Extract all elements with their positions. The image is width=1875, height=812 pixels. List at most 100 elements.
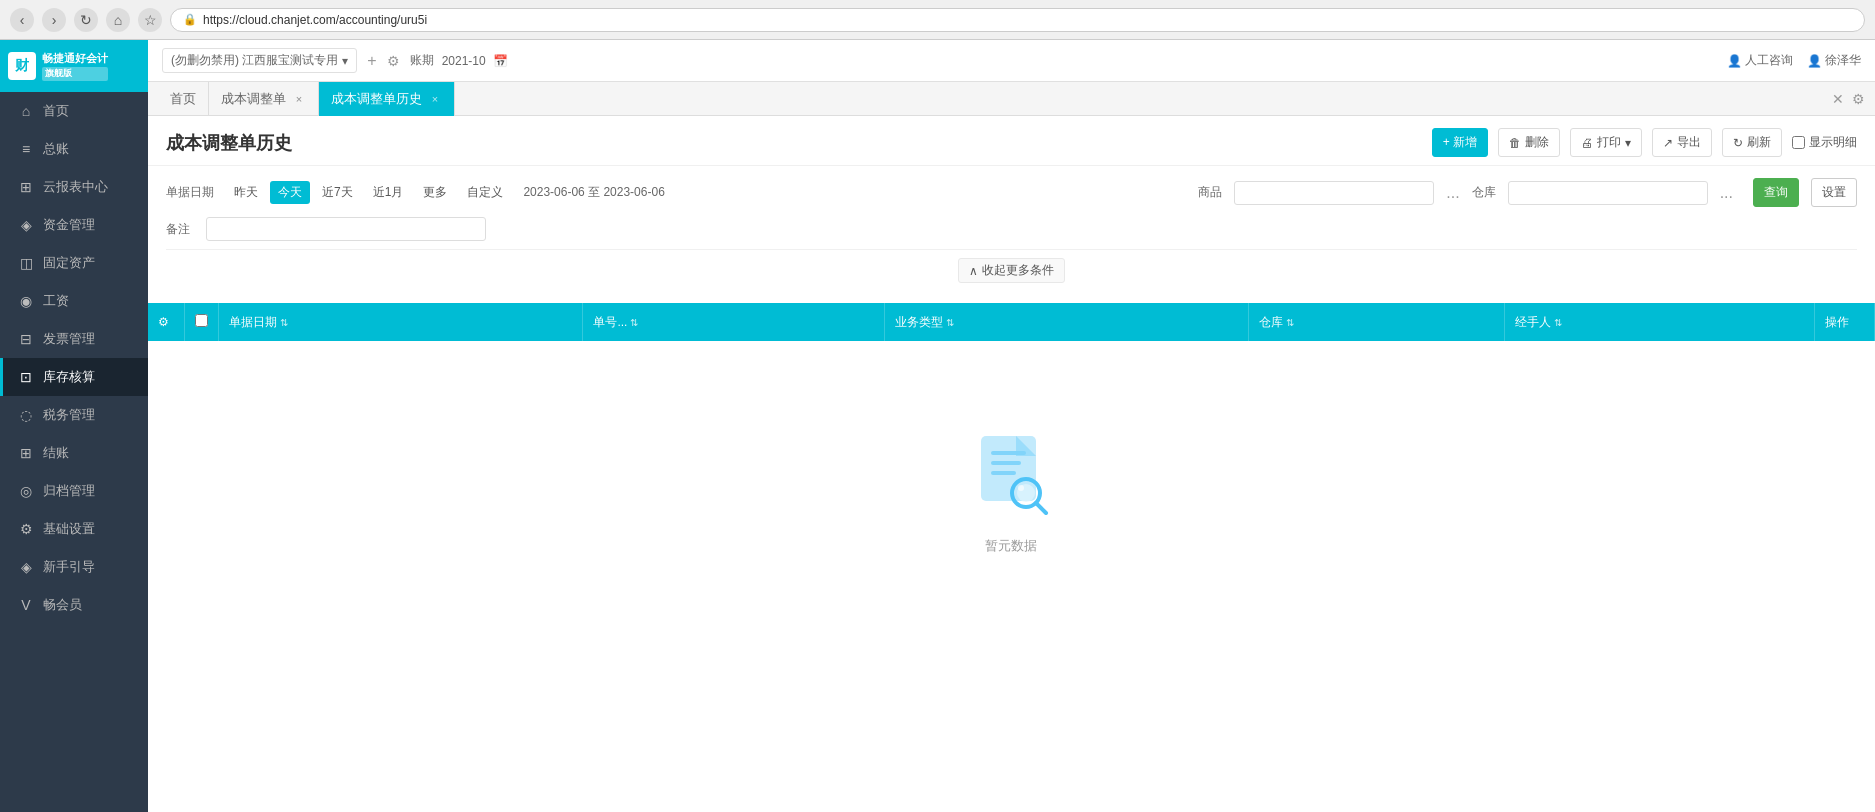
svg-rect-2 [991, 461, 1021, 465]
th-date-label: 单据日期 [229, 314, 277, 331]
th-biz-type[interactable]: 业务类型 ⇅ [884, 303, 1249, 341]
empty-state: 暂元数据 [148, 341, 1875, 635]
sidebar-item-close[interactable]: ⊞ 结账 [0, 434, 148, 472]
sidebar-item-home[interactable]: ⌂ 首页 [0, 92, 148, 130]
biz-type-sort-icon: ⇅ [946, 317, 954, 328]
tab-cost-history-close[interactable]: × [428, 92, 442, 106]
global-close-btn[interactable]: ✕ [1832, 91, 1844, 107]
custom-btn[interactable]: 自定义 [459, 181, 511, 204]
collapse-btn[interactable]: ∧ 收起更多条件 [958, 258, 1065, 283]
sidebar-item-salary[interactable]: ◉ 工资 [0, 282, 148, 320]
period-label: 账期 [410, 52, 434, 69]
sidebar-item-settings[interactable]: ⚙ 基础设置 [0, 510, 148, 548]
sidebar-item-guide[interactable]: ◈ 新手引导 [0, 548, 148, 586]
th-number[interactable]: 单号... ⇅ [583, 303, 884, 341]
period-info: 账期 2021-10 📅 [410, 52, 508, 69]
warehouse-sort-icon: ⇅ [1286, 317, 1294, 328]
sidebar-item-tax[interactable]: ◌ 税务管理 [0, 396, 148, 434]
back-btn[interactable]: ‹ [10, 8, 34, 32]
top-bar-actions: 👤 人工咨询 👤 徐泽华 [1727, 52, 1861, 69]
display-toggle[interactable]: 显示明细 [1792, 134, 1857, 151]
notes-label: 备注 [166, 221, 190, 238]
yesterday-btn[interactable]: 昨天 [226, 181, 266, 204]
sidebar-label-settings: 基础设置 [43, 520, 95, 538]
th-date[interactable]: 单据日期 ⇅ [218, 303, 583, 341]
th-warehouse[interactable]: 仓库 ⇅ [1249, 303, 1504, 341]
calendar-icon[interactable]: 📅 [493, 54, 508, 68]
user-name: 徐泽华 [1825, 52, 1861, 69]
last-month-btn[interactable]: 近1月 [365, 181, 412, 204]
date-range-text: 2023-06-06 至 2023-06-06 [523, 184, 664, 201]
date-sort-icon: ⇅ [280, 317, 288, 328]
sidebar-label-archive: 归档管理 [43, 482, 95, 500]
refresh-btn[interactable]: ↻ [74, 8, 98, 32]
user-menu-btn[interactable]: 👤 徐泽华 [1807, 52, 1861, 69]
ai-consult-btn[interactable]: 👤 人工咨询 [1727, 52, 1793, 69]
new-btn[interactable]: + 新增 [1432, 128, 1488, 157]
export-btn[interactable]: ↗ 导出 [1652, 128, 1712, 157]
sidebar-item-vip[interactable]: V 畅会员 [0, 586, 148, 624]
warehouse-label: 仓库 [1472, 184, 1496, 201]
forward-btn[interactable]: › [42, 8, 66, 32]
tab-home[interactable]: 首页 [158, 82, 209, 116]
funds-icon: ◈ [17, 217, 35, 233]
sidebar-item-fixed-assets[interactable]: ◫ 固定资产 [0, 244, 148, 282]
warehouse-input[interactable] [1508, 181, 1708, 205]
delete-label: 删除 [1525, 134, 1549, 151]
tab-cost-adjustment[interactable]: 成本调整单 × [209, 82, 319, 116]
last7-btn[interactable]: 近7天 [314, 181, 361, 204]
vip-icon: V [17, 597, 35, 613]
table-body: 暂元数据 [148, 341, 1875, 635]
add-company-btn[interactable]: + [367, 52, 376, 70]
svg-rect-3 [991, 471, 1016, 475]
sidebar-label-invoice: 发票管理 [43, 330, 95, 348]
address-bar[interactable]: 🔒 https://cloud.chanjet.com/accounting/u… [170, 8, 1865, 32]
settings-table-btn[interactable]: 设置 [1811, 178, 1857, 207]
th-ops: 操作 [1815, 303, 1875, 341]
notes-input[interactable] [206, 217, 486, 241]
page-content: 成本调整单历史 + 新增 🗑 删除 🖨 打印 ▾ ↗ 导出 [148, 116, 1875, 812]
sidebar-item-archive[interactable]: ◎ 归档管理 [0, 472, 148, 510]
invoice-icon: ⊟ [17, 331, 35, 347]
th-settings[interactable]: ⚙ [148, 303, 184, 341]
warehouse-dots-btn[interactable]: ... [1720, 184, 1733, 202]
query-btn[interactable]: 查询 [1753, 178, 1799, 207]
sidebar-item-ledger[interactable]: ≡ 总账 [0, 130, 148, 168]
th-operator[interactable]: 经手人 ⇅ [1504, 303, 1814, 341]
sidebar-item-funds[interactable]: ◈ 资金管理 [0, 206, 148, 244]
filter-area: 单据日期 昨天 今天 近7天 近1月 更多 自定义 2023-06-06 至 2… [148, 166, 1875, 303]
company-name: (勿删勿禁用) 江西服宝测试专用 [171, 52, 338, 69]
page-header: 成本调整单历史 + 新增 🗑 删除 🖨 打印 ▾ ↗ 导出 [148, 116, 1875, 166]
display-toggle-checkbox[interactable] [1792, 136, 1805, 149]
table-container: ⚙ 单据日期 ⇅ [148, 303, 1875, 635]
goods-dots-btn[interactable]: ... [1446, 184, 1459, 202]
today-btn[interactable]: 今天 [270, 181, 310, 204]
svg-line-7 [1036, 503, 1046, 513]
company-selector[interactable]: (勿删勿禁用) 江西服宝测试专用 ▾ [162, 48, 357, 73]
sidebar-label-inventory: 库存核算 [43, 368, 95, 386]
more-btn[interactable]: 更多 [415, 181, 455, 204]
sidebar-item-inventory[interactable]: ⊡ 库存核算 [0, 358, 148, 396]
period-value: 2021-10 [442, 54, 486, 68]
sidebar-label-home: 首页 [43, 102, 69, 120]
sidebar-label-guide: 新手引导 [43, 558, 95, 576]
home-btn[interactable]: ⌂ [106, 8, 130, 32]
settings-gear-icon[interactable]: ⚙ [387, 53, 400, 69]
tab-cost-history[interactable]: 成本调整单历史 × [319, 82, 455, 116]
lock-icon: 🔒 [183, 13, 197, 26]
delete-btn[interactable]: 🗑 删除 [1498, 128, 1560, 157]
th-checkbox[interactable] [184, 303, 218, 341]
sidebar-item-reports[interactable]: ⊞ 云报表中心 [0, 168, 148, 206]
print-btn[interactable]: 🖨 打印 ▾ [1570, 128, 1642, 157]
star-btn[interactable]: ☆ [138, 8, 162, 32]
refresh-btn-page[interactable]: ↻ 刷新 [1722, 128, 1782, 157]
logo-badge: 旗舰版 [42, 67, 108, 81]
sidebar-item-invoice[interactable]: ⊟ 发票管理 [0, 320, 148, 358]
top-bar: (勿删勿禁用) 江西服宝测试专用 ▾ + ⚙ 账期 2021-10 📅 👤 人工… [148, 40, 1875, 82]
th-biz-type-label: 业务类型 [895, 314, 943, 331]
global-settings-btn[interactable]: ⚙ [1852, 91, 1865, 107]
select-all-checkbox[interactable] [195, 314, 208, 327]
goods-input[interactable] [1234, 181, 1434, 205]
person-icon: 👤 [1727, 54, 1742, 68]
tab-cost-adjustment-close[interactable]: × [292, 92, 306, 106]
